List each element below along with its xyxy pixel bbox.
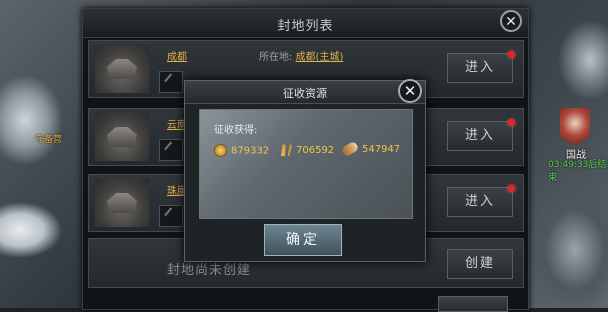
dialog-close-button[interactable]: ✕ [398,79,422,103]
resource-value: 706592 [296,145,335,156]
enter-button[interactable]: 进入 [447,187,513,217]
bottom-button[interactable] [438,296,508,312]
grain-icon [280,144,292,156]
wood-icon [340,140,360,158]
resource-copper: 879332 [214,144,269,157]
create-button[interactable]: 创建 [447,249,513,279]
general-slot[interactable] [159,139,183,161]
fief-location-link[interactable]: 成都(主城) [296,52,344,63]
notification-dot [508,51,515,58]
enter-button[interactable]: 进入 [447,121,513,151]
collect-gain-label: 征收获得: [214,125,258,136]
fief-thumbnail [95,179,149,227]
enter-button[interactable]: 进入 [447,53,513,83]
resource-value: 547947 [362,144,401,155]
general-slot[interactable] [159,205,183,227]
panel-close-button[interactable]: ✕ [500,10,522,32]
confirm-button[interactable]: 确定 [264,224,342,256]
fief-thumbnail [95,113,149,161]
map-building-label[interactable]: 守备营 [35,132,62,145]
general-slot[interactable] [159,71,183,93]
national-war-timer: 03:49:33后结束 [548,160,607,183]
resource-value: 879332 [231,145,270,157]
panel-header: 封地列表 [83,9,528,38]
resource-grain: 706592 [278,144,334,156]
fief-thumbnail [95,45,149,93]
fief-name[interactable]: 成都 [167,48,187,63]
notification-dot [508,119,515,126]
dialog-title: 征收资源 [283,87,327,100]
fief-location: 所在地: 成都(主城) [259,52,344,63]
dialog-header: 征收资源 [185,81,425,104]
resource-wood: 547947 [340,140,401,158]
coin-icon [214,144,227,157]
notification-dot [508,185,515,192]
panel-title: 封地列表 [277,19,334,34]
